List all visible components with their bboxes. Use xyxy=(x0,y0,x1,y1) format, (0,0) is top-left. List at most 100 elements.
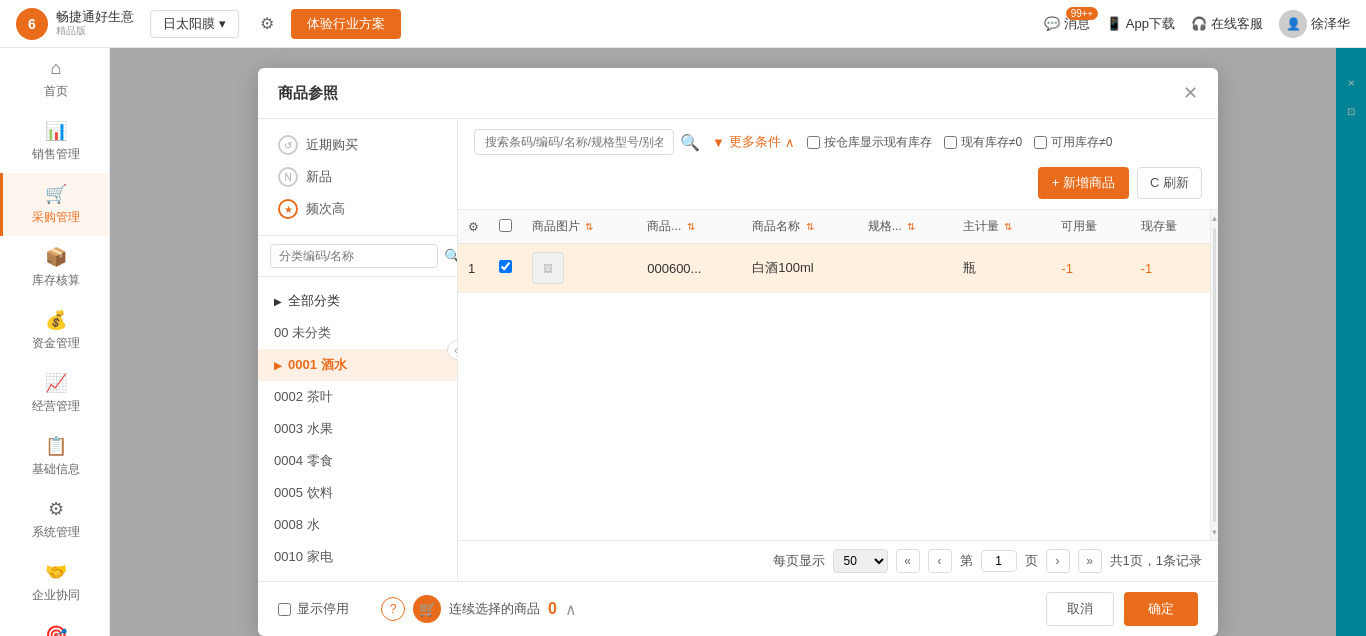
sidebar-item-sales[interactable]: 📊 销售管理 xyxy=(0,110,109,173)
page-label: 第 xyxy=(960,552,973,570)
quick-filter-new-label: 新品 xyxy=(306,168,332,186)
filter-check-warehouse-input[interactable] xyxy=(807,136,820,149)
sidebar-item-system[interactable]: ⚙ 系统管理 xyxy=(0,488,109,551)
category-drinks-label: 0005 饮料 xyxy=(274,484,333,502)
scroll-thumb[interactable] xyxy=(1213,228,1216,522)
sidebar-item-basics[interactable]: 📋 基础信息 xyxy=(0,425,109,488)
filter-bar: 🔍 ▼ 更多条件 ∧ 按仓库显示现有库存 xyxy=(458,119,1218,210)
category-item-fruit[interactable]: 0003 水果 xyxy=(258,413,457,445)
try-solution-button[interactable]: 体验行业方案 xyxy=(291,9,401,39)
col-image[interactable]: 商品图片 ⇅ xyxy=(522,210,637,244)
sidebar-item-finance[interactable]: 💰 资金管理 xyxy=(0,299,109,362)
collapse-cart-button[interactable]: ∧ xyxy=(565,600,577,619)
current-page-input[interactable] xyxy=(981,550,1017,572)
filter-check-available-nonzero[interactable]: 可用库存≠0 xyxy=(1034,134,1112,151)
scroll-down-button[interactable]: ▼ xyxy=(1211,524,1218,540)
refresh-button[interactable]: C 刷新 xyxy=(1137,167,1202,199)
cell-seq: 1 xyxy=(458,244,489,293)
mobile-icon: 📱 xyxy=(1106,16,1122,31)
product-search-input[interactable] xyxy=(474,129,674,155)
cell-checkbox[interactable] xyxy=(489,244,522,293)
sidebar-item-inventory-label: 库存核算 xyxy=(32,272,80,289)
col-stock-label: 现存量 xyxy=(1141,219,1177,233)
col-spec[interactable]: 规格... ⇅ xyxy=(858,210,953,244)
category-item-spirits[interactable]: ▶ 0001 酒水 xyxy=(258,349,457,381)
last-page-button[interactable]: » xyxy=(1078,549,1102,573)
logo-text-block: 畅捷通好生意 精品版 xyxy=(56,9,134,39)
page-size-select[interactable]: 50 100 200 xyxy=(833,549,888,573)
first-page-button[interactable]: « xyxy=(896,549,920,573)
cart-icon[interactable]: 🛒 xyxy=(413,595,441,623)
cell-code: 000600... xyxy=(637,244,742,293)
category-search-input[interactable] xyxy=(270,244,438,268)
message-icon: 💬 xyxy=(1044,16,1060,31)
table-row[interactable]: 1 🖼 000600... xyxy=(458,244,1210,293)
filter-check-stock-nonzero[interactable]: 现有库存≠0 xyxy=(944,134,1022,151)
quick-filter-new[interactable]: N 新品 xyxy=(270,161,445,193)
category-item-drinks[interactable]: 0005 饮料 xyxy=(258,477,457,509)
messages-nav-item[interactable]: 💬 消息 99++ xyxy=(1044,15,1090,33)
online-service-nav-item[interactable]: 🎧 在线客服 xyxy=(1191,15,1263,33)
category-search-button[interactable]: 🔍 xyxy=(444,248,458,264)
headset-icon: 🎧 xyxy=(1191,16,1207,31)
category-search-box: 🔍 xyxy=(258,236,457,277)
sidebar-item-enterprise[interactable]: 🤝 企业协同 xyxy=(0,551,109,614)
store-selector[interactable]: 日太阳膜 ▾ xyxy=(150,10,239,38)
cell-spec xyxy=(858,244,953,293)
sidebar-item-sales-label: 销售管理 xyxy=(32,146,80,163)
category-water-label: 0008 水 xyxy=(274,516,320,534)
sidebar-item-operations[interactable]: 📈 经营管理 xyxy=(0,362,109,425)
quick-filter-frequent[interactable]: ★ 频次高 xyxy=(270,193,445,225)
col-code[interactable]: 商品... ⇅ xyxy=(637,210,742,244)
category-item-unclassified[interactable]: 00 未分类 xyxy=(258,317,457,349)
sidebar-item-guide[interactable]: 🎯 新手引导 xyxy=(0,614,109,636)
category-active-arrow: ▶ xyxy=(274,360,282,371)
scroll-up-button[interactable]: ▲ xyxy=(1211,210,1218,226)
modal-body: ↺ 近期购买 N 新品 ★ 频次高 xyxy=(258,119,1218,581)
help-icon[interactable]: ? xyxy=(381,597,405,621)
category-item-water[interactable]: 0008 水 xyxy=(258,509,457,541)
modal-left-panel: ↺ 近期购买 N 新品 ★ 频次高 xyxy=(258,119,458,581)
category-item-tea[interactable]: 0002 茶叶 xyxy=(258,381,457,413)
category-item-snacks[interactable]: 0004 零食 xyxy=(258,445,457,477)
modal-overlay: 商品参照 ✕ ↺ 近期购买 N xyxy=(110,48,1366,636)
col-name[interactable]: 商品名称 ⇅ xyxy=(742,210,857,244)
row-checkbox[interactable] xyxy=(499,260,512,273)
sort-icon-spec: ⇅ xyxy=(907,221,915,232)
filter-check-stock-nonzero-input[interactable] xyxy=(944,136,957,149)
sidebar-item-inventory[interactable]: 📦 库存核算 xyxy=(0,236,109,299)
user-profile-nav-item[interactable]: 👤 徐泽华 xyxy=(1279,10,1350,38)
confirm-button[interactable]: 确定 xyxy=(1124,592,1198,626)
select-all-checkbox[interactable] xyxy=(499,219,512,232)
more-filter-button[interactable]: ▼ 更多条件 ∧ xyxy=(712,133,795,151)
next-page-button[interactable]: › xyxy=(1046,549,1070,573)
product-search-button[interactable]: 🔍 xyxy=(680,133,700,152)
cell-available: -1 xyxy=(1051,244,1130,293)
sidebar-item-purchase[interactable]: 🛒 采购管理 xyxy=(0,173,109,236)
col-settings[interactable]: ⚙ xyxy=(458,210,489,244)
app-download-nav-item[interactable]: 📱 App下载 xyxy=(1106,15,1175,33)
modal-title: 商品参照 xyxy=(278,84,338,103)
purchase-icon: 🛒 xyxy=(45,183,67,205)
category-all[interactable]: ▶ 全部分类 xyxy=(258,285,457,317)
basics-icon: 📋 xyxy=(45,435,67,457)
finance-icon: 💰 xyxy=(45,309,67,331)
category-item-appliances[interactable]: 0010 家电 xyxy=(258,541,457,573)
col-unit[interactable]: 主计量 ⇅ xyxy=(953,210,1051,244)
modal-close-button[interactable]: ✕ xyxy=(1183,82,1198,104)
prev-page-button[interactable]: ‹ xyxy=(928,549,952,573)
home-icon: ⌂ xyxy=(51,58,62,79)
sidebar-item-home[interactable]: ⌂ 首页 xyxy=(0,48,109,110)
col-checkbox[interactable] xyxy=(489,210,522,244)
cancel-button[interactable]: 取消 xyxy=(1046,592,1114,626)
filter-icon: ▼ xyxy=(712,135,725,150)
filter-check-available-nonzero-input[interactable] xyxy=(1034,136,1047,149)
filter-check-warehouse[interactable]: 按仓库显示现有库存 xyxy=(807,134,932,151)
quick-filter-recent[interactable]: ↺ 近期购买 xyxy=(270,129,445,161)
show-disabled-checkbox-label[interactable]: 显示停用 xyxy=(278,600,349,618)
show-disabled-checkbox[interactable] xyxy=(278,603,291,616)
sidebar-item-home-label: 首页 xyxy=(44,83,68,100)
username-label: 徐泽华 xyxy=(1311,15,1350,33)
settings-icon[interactable]: ⚙ xyxy=(251,8,283,40)
add-product-button[interactable]: + 新增商品 xyxy=(1038,167,1129,199)
